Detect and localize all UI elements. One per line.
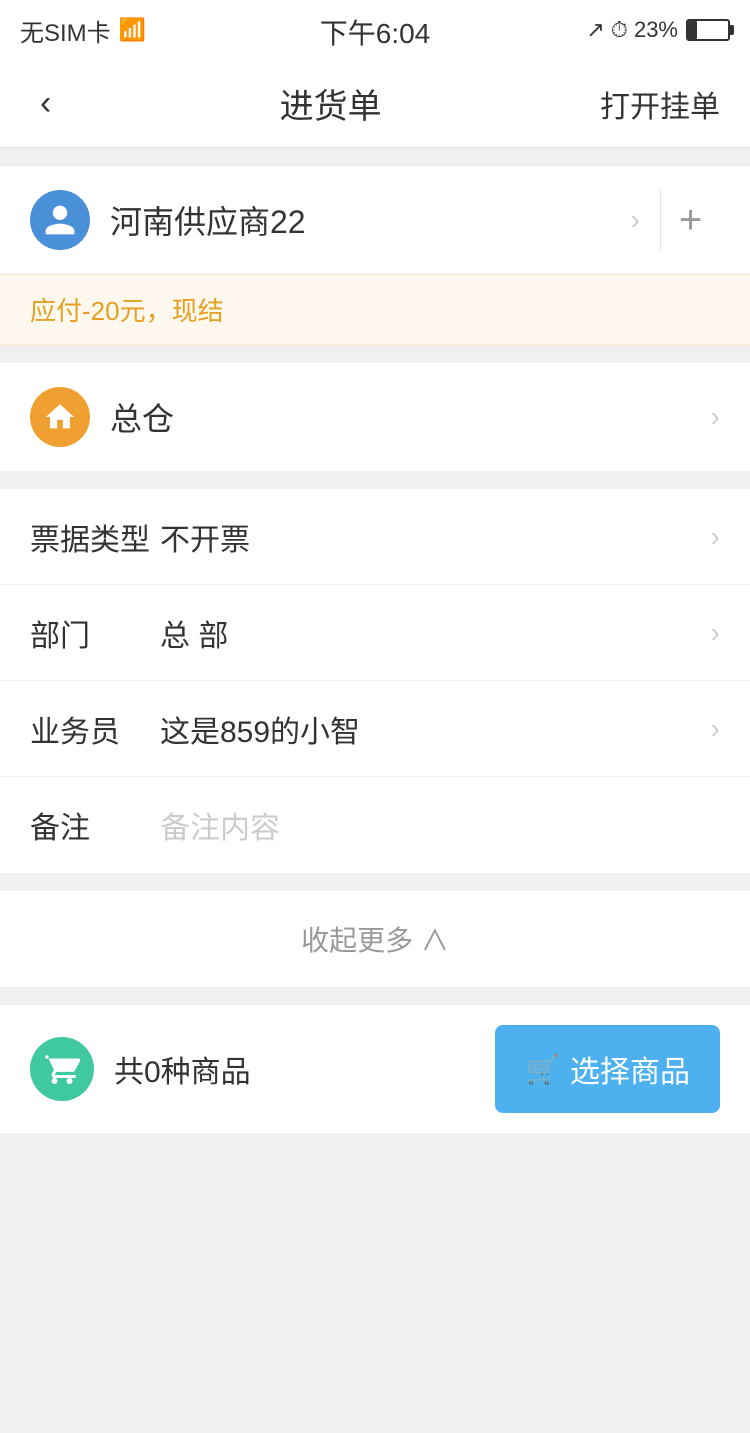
sales-value: 这是859的小智 [160,707,711,751]
gray-area [0,1133,750,1433]
dept-value: 总 部 [160,611,711,655]
collapse-label: 收起更多 ∧ [301,919,449,959]
location-icon: ↗ [586,17,604,43]
supplier-chevron-icon: › [631,204,640,236]
alarm-icon: ⏱ [611,17,628,43]
select-btn-label: 选择商品 [570,1047,690,1091]
invoice-chevron-icon: › [711,521,720,553]
status-time: 下午6:04 [320,12,431,52]
product-icon [30,1037,94,1101]
carrier-text: 无SIM卡 [20,13,111,48]
sales-chevron-icon: › [711,713,720,745]
product-count: 共0种商品 [114,1047,475,1091]
add-supplier-button[interactable]: + [660,190,720,250]
warehouse-icon [30,387,90,447]
cart-icon [44,1051,80,1087]
nav-bar: ‹ 进货单 打开挂单 [0,60,750,148]
invoice-value: 不开票 [160,515,711,559]
invoice-type-row[interactable]: 票据类型 不开票 › [0,489,750,585]
warehouse-chevron-icon: › [711,401,720,433]
select-product-button[interactable]: 🛒 选择商品 [495,1025,720,1113]
remark-input[interactable]: 备注内容 [160,803,720,847]
notice-text: 应付-20元，现结 [30,296,224,326]
select-btn-icon: 🛒 [525,1053,560,1086]
supplier-name: 河南供应商22 [110,197,631,243]
status-left: 无SIM卡 📶 [20,13,146,48]
invoice-label: 票据类型 [30,515,160,559]
collapse-row[interactable]: 收起更多 ∧ [0,891,750,987]
bottom-bar: 共0种商品 🛒 选择商品 [0,1005,750,1133]
status-bar: 无SIM卡 📶 下午6:04 ↗ ⏱ 23% [0,0,750,60]
open-pending-button[interactable]: 打开挂单 [600,82,720,126]
dept-chevron-icon: › [711,617,720,649]
sales-row[interactable]: 业务员 这是859的小智 › [0,681,750,777]
warehouse-name: 总仓 [110,394,711,440]
form-section: 票据类型 不开票 › 部门 总 部 › 业务员 这是859的小智 › 备注 备注… [0,489,750,873]
department-row[interactable]: 部门 总 部 › [0,585,750,681]
supplier-avatar [30,190,90,250]
notice-banner: 应付-20元，现结 [0,274,750,345]
battery-text: 23% [634,17,678,43]
status-right: ↗ ⏱ 23% [586,17,730,43]
battery-icon [686,19,730,41]
supplier-row[interactable]: 河南供应商22 › + [0,166,750,274]
dept-label: 部门 [30,611,160,655]
remark-row[interactable]: 备注 备注内容 [0,777,750,873]
sales-label: 业务员 [30,707,160,751]
remark-label: 备注 [30,803,160,847]
warehouse-section: 总仓 › [0,363,750,471]
supplier-section: 河南供应商22 › + 应付-20元，现结 [0,166,750,345]
user-icon [42,202,78,238]
gap-1 [0,148,750,166]
house-icon [43,400,77,434]
warehouse-row[interactable]: 总仓 › [0,363,750,471]
wifi-icon: 📶 [119,17,146,43]
page-title: 进货单 [280,79,382,128]
back-button[interactable]: ‹ [30,74,61,133]
